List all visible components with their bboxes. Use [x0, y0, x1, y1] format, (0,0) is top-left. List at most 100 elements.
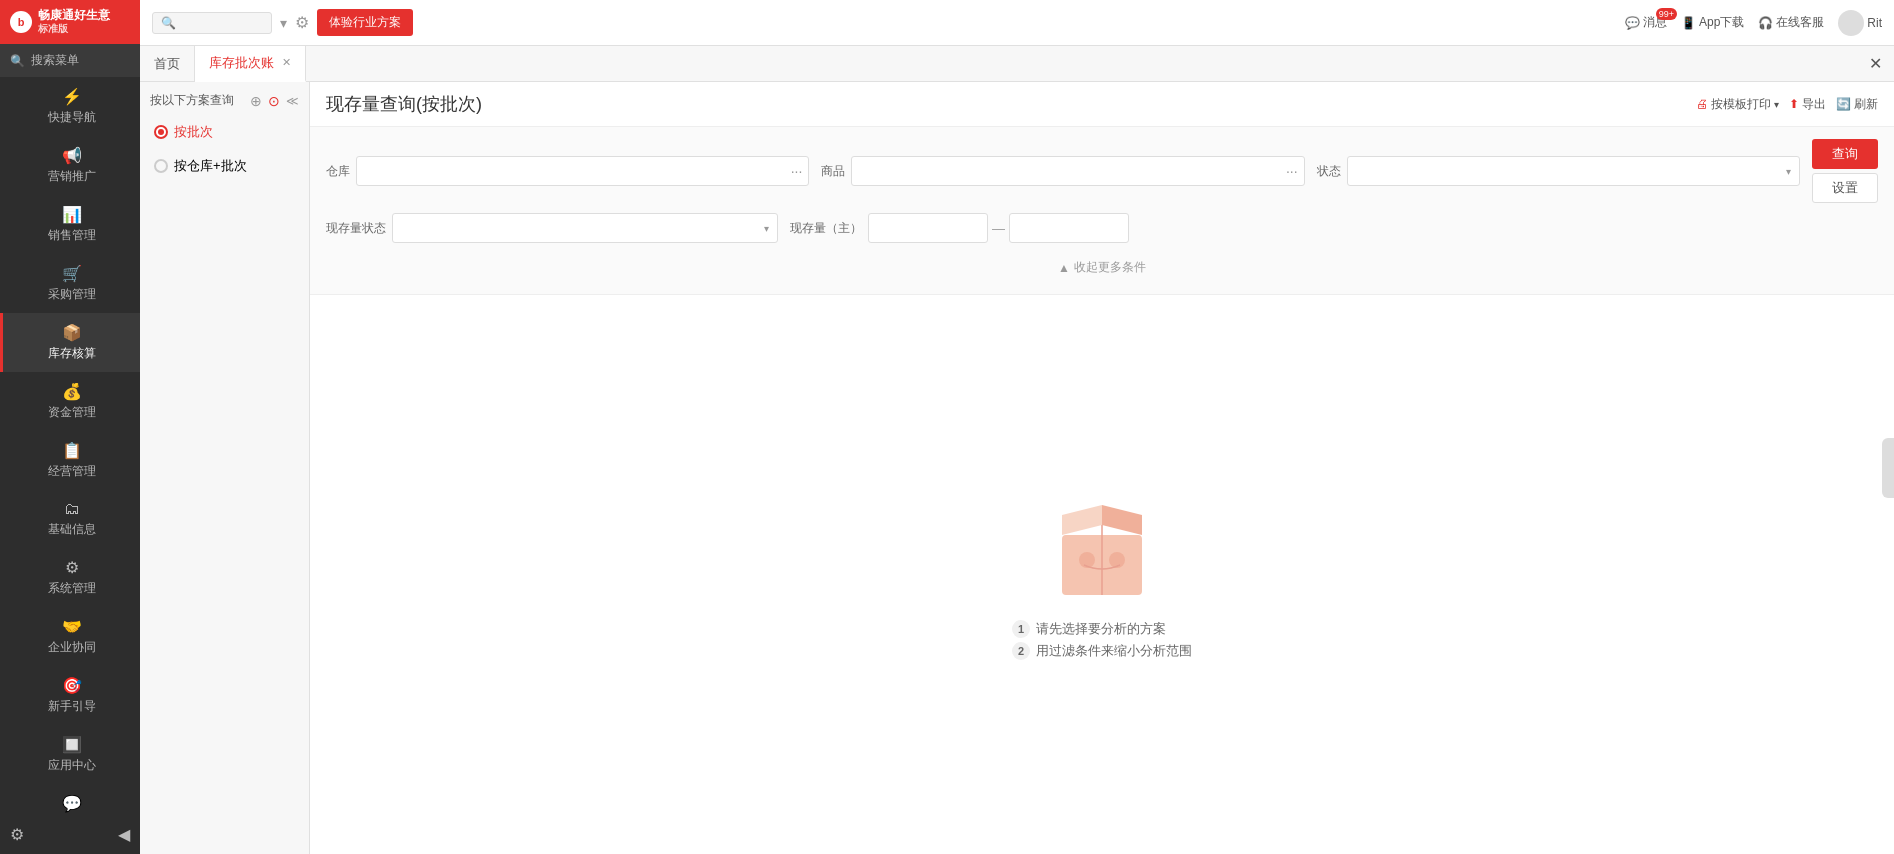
empty-illustration: [1042, 490, 1162, 610]
sidebar-item-inventory-label: 库存核算: [48, 345, 96, 362]
sidebar-item-purchase[interactable]: 🛒 采购管理: [0, 254, 140, 313]
sidebar-item-inventory[interactable]: 📦 库存核算: [0, 313, 140, 372]
sidebar-footer: ⚙ ◀: [0, 815, 140, 854]
tab-home-label: 首页: [154, 55, 180, 73]
user-menu-btn[interactable]: Rit: [1838, 10, 1882, 36]
inventory-qty-to[interactable]: [1009, 213, 1129, 243]
tab-home[interactable]: 首页: [140, 46, 195, 82]
scheme-by-batch[interactable]: 按批次: [140, 115, 309, 149]
by-warehouse-batch-radio: [154, 159, 168, 173]
svg-marker-1: [1062, 505, 1102, 535]
sidebar-item-collab[interactable]: 🤝 企业协同: [0, 607, 140, 666]
sidebar-item-basic[interactable]: 🗂 基础信息: [0, 490, 140, 548]
tabbar: 首页 库存批次账 ✕ ✕: [140, 46, 1894, 82]
wechat-icon: 💬: [62, 794, 82, 813]
tab-batch-ledger[interactable]: 库存批次账 ✕: [195, 46, 306, 82]
app-logo: b: [10, 11, 32, 33]
by-batch-radio: [154, 125, 168, 139]
finance-icon: 💰: [62, 382, 82, 401]
online-service-icon: 🎧: [1758, 16, 1773, 30]
collapse-chevron-up-icon: ▲: [1058, 261, 1070, 275]
app-subtitle: 标准版: [38, 22, 110, 36]
export-btn[interactable]: ⬆ 导出: [1789, 96, 1826, 113]
collapse-filter-bar[interactable]: ▲ 收起更多条件: [326, 253, 1878, 282]
empty-state: 1 请先选择要分析的方案 2 用过滤条件来缩小分析范围: [310, 295, 1894, 854]
by-warehouse-batch-label: 按仓库+批次: [174, 157, 247, 175]
collapse-left-panel-icon[interactable]: ≪: [286, 94, 299, 108]
sidebar-nav: 🔍 搜索菜单 ⚡ 快捷导航 📢 营销推广 📊 销售管理 🛒 采购管理 📦 库存核…: [0, 44, 140, 815]
messages-icon: 💬: [1625, 16, 1640, 30]
product-input-wrapper: ···: [851, 156, 1304, 186]
warehouse-input[interactable]: [357, 156, 785, 186]
user-name: Rit: [1867, 16, 1882, 30]
collapse-label: 收起更多条件: [1074, 259, 1146, 276]
sidebar-item-apps[interactable]: 🔲 应用中心: [0, 725, 140, 784]
print-icon: 🖨: [1696, 97, 1708, 111]
tab-batch-ledger-label: 库存批次账: [209, 54, 274, 72]
scheme-by-warehouse-batch[interactable]: 按仓库+批次: [140, 149, 309, 183]
sidebar-item-operations[interactable]: 📋 经营管理: [0, 431, 140, 490]
empty-step-1: 1 请先选择要分析的方案: [1012, 620, 1192, 638]
collapse-sidebar-icon[interactable]: ◀: [118, 825, 130, 844]
step-2-label: 用过滤条件来缩小分析范围: [1036, 642, 1192, 660]
inventory-status-select[interactable]: ▾: [392, 213, 778, 243]
settings-footer-icon[interactable]: ⚙: [10, 825, 24, 844]
status-select[interactable]: ▾: [1347, 156, 1800, 186]
right-scroll-handle[interactable]: [1882, 438, 1894, 498]
collab-icon: 🤝: [62, 617, 82, 636]
filter-row-2: 现存量状态 ▾ 现存量（主） —: [326, 213, 1878, 243]
app-download-btn[interactable]: 📱 App下载: [1681, 14, 1744, 31]
sales-icon: 📊: [62, 205, 82, 224]
print-dropdown-icon[interactable]: ▾: [1774, 99, 1779, 110]
sidebar-item-sales[interactable]: 📊 销售管理: [0, 195, 140, 254]
sidebar-item-shortcut[interactable]: ⚡ 快捷导航: [0, 77, 140, 136]
filter-action-btns: 查询 设置: [1812, 139, 1878, 203]
online-service-btn[interactable]: 🎧 在线客服: [1758, 14, 1824, 31]
inventory-qty-filter: 现存量（主） —: [790, 213, 1242, 243]
topbar-search[interactable]: 🔍: [152, 12, 272, 34]
warehouse-dots-btn[interactable]: ···: [785, 163, 809, 179]
system-icon: ⚙: [65, 558, 79, 577]
tab-batch-ledger-close[interactable]: ✕: [282, 56, 291, 69]
tab-close-right-btn[interactable]: ✕: [1857, 54, 1894, 73]
sidebar-header: b 畅康通好生意 标准版: [0, 0, 140, 44]
app-title-area: 畅康通好生意 标准版: [38, 8, 110, 36]
sidebar-item-purchase-label: 采购管理: [48, 286, 96, 303]
by-batch-label: 按批次: [174, 123, 213, 141]
sidebar-item-wechat[interactable]: 💬 企业微信: [0, 784, 140, 815]
sidebar-item-marketing[interactable]: 📢 营销推广: [0, 136, 140, 195]
sidebar-item-search[interactable]: 🔍 搜索菜单: [0, 44, 140, 77]
page-title: 现存量查询(按批次): [326, 92, 482, 116]
inventory-status-arrow: ▾: [764, 223, 769, 234]
product-dots-btn[interactable]: ···: [1280, 163, 1304, 179]
sidebar-item-finance[interactable]: 💰 资金管理: [0, 372, 140, 431]
sidebar-item-newbie[interactable]: 🎯 新手引导: [0, 666, 140, 725]
empty-svg: [1042, 495, 1162, 605]
industry-btn[interactable]: 体验行业方案: [317, 9, 413, 36]
sidebar-item-basic-label: 基础信息: [48, 521, 96, 538]
topbar-dropdown-icon[interactable]: ▾: [280, 15, 287, 31]
messages-badge: 99+: [1656, 8, 1677, 20]
step-1-num: 1: [1012, 620, 1030, 638]
status-filter: 状态 ▾: [1317, 156, 1800, 186]
refresh-btn[interactable]: 🔄 刷新: [1836, 96, 1878, 113]
inventory-status-filter: 现存量状态 ▾: [326, 213, 778, 243]
print-template-btn[interactable]: 🖨 按模板打印 ▾: [1696, 96, 1779, 113]
app-title: 畅康通好生意: [38, 8, 110, 22]
product-input[interactable]: [852, 156, 1280, 186]
sidebar-item-newbie-label: 新手引导: [48, 698, 96, 715]
page-header: 现存量查询(按批次) 🖨 按模板打印 ▾ ⬆ 导出 🔄 刷新: [310, 82, 1894, 127]
sidebar-item-shortcut-label: 快捷导航: [48, 109, 96, 126]
online-service-label: 在线客服: [1776, 14, 1824, 31]
export-icon: ⬆: [1789, 97, 1799, 111]
filter-row-1: 仓库 ··· 商品 ··· 状态: [326, 139, 1878, 203]
query-btn[interactable]: 查询: [1812, 139, 1878, 169]
topbar-settings-icon[interactable]: ⚙: [295, 13, 309, 32]
scheme-settings-icon[interactable]: ⊙: [268, 93, 280, 109]
sidebar-item-system[interactable]: ⚙ 系统管理: [0, 548, 140, 607]
left-panel-header: 按以下方案查询 ⊕ ⊙ ≪: [140, 82, 309, 115]
messages-btn[interactable]: 💬 消息 99+: [1625, 14, 1667, 31]
settings-btn[interactable]: 设置: [1812, 173, 1878, 203]
inventory-qty-from[interactable]: [868, 213, 988, 243]
add-scheme-icon[interactable]: ⊕: [250, 93, 262, 109]
